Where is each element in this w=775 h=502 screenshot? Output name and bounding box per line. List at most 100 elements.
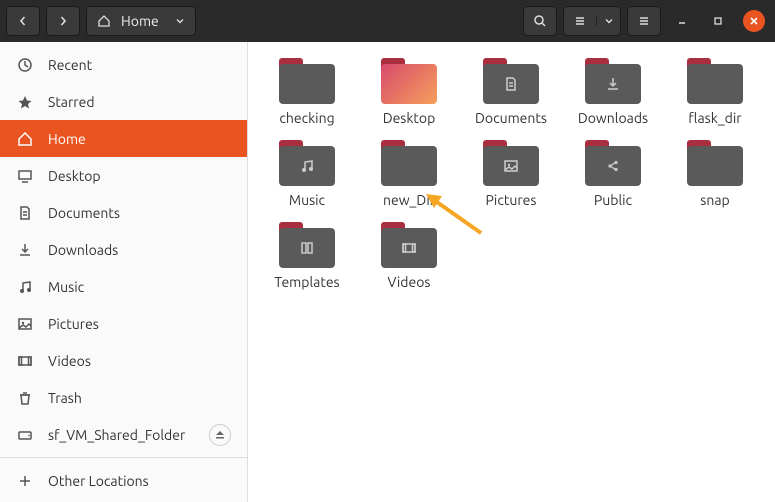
picture-icon xyxy=(16,315,34,333)
eject-button[interactable] xyxy=(209,424,231,446)
chevron-right-icon xyxy=(58,16,68,26)
video-icon xyxy=(16,352,34,370)
window-minimize-button[interactable] xyxy=(671,10,693,32)
sidebar-item-label: Videos xyxy=(48,353,91,369)
document-icon xyxy=(16,204,34,222)
sidebar-item-recent[interactable]: Recent xyxy=(0,46,247,83)
sidebar-item-label: Starred xyxy=(48,94,95,110)
folder-label: Pictures xyxy=(486,192,537,208)
trash-icon xyxy=(16,389,34,407)
titlebar: Home xyxy=(0,0,775,42)
desktop-icon xyxy=(16,167,34,185)
sidebar-item-downloads[interactable]: Downloads xyxy=(0,231,247,268)
folder-icon xyxy=(483,138,539,186)
download-icon xyxy=(605,76,621,92)
hamburger-menu-button[interactable] xyxy=(627,6,661,36)
folder-label: snap xyxy=(700,192,729,208)
folder-icon xyxy=(585,56,641,104)
share-icon xyxy=(605,158,621,174)
folder-icon xyxy=(687,138,743,186)
folder-icon xyxy=(585,138,641,186)
music-icon xyxy=(16,278,34,296)
folder-flask-dir[interactable]: flask_dir xyxy=(664,56,766,126)
sidebar-item-label: sf_VM_Shared_Folder xyxy=(48,427,185,443)
sidebar-item-starred[interactable]: Starred xyxy=(0,83,247,120)
folder-videos[interactable]: Videos xyxy=(358,220,460,290)
home-icon xyxy=(97,14,111,28)
folder-label: Videos xyxy=(388,274,431,290)
sidebar-other-locations[interactable]: Other Locations xyxy=(0,462,247,499)
folder-icon xyxy=(483,56,539,104)
path-label: Home xyxy=(121,13,159,29)
path-dropdown-icon xyxy=(175,16,185,26)
window-close-button[interactable] xyxy=(743,10,765,32)
sidebar-item-label: Pictures xyxy=(48,316,99,332)
sidebar-item-label: Downloads xyxy=(48,242,118,258)
nav-forward-button[interactable] xyxy=(46,6,80,36)
music-icon xyxy=(299,158,315,174)
sidebar-item-label: Recent xyxy=(48,57,92,73)
folder-documents[interactable]: Documents xyxy=(460,56,562,126)
folder-icon xyxy=(279,138,335,186)
clock-icon xyxy=(16,56,34,74)
folder-snap[interactable]: snap xyxy=(664,138,766,208)
sidebar-item-music[interactable]: Music xyxy=(0,268,247,305)
sidebar-item-label: Documents xyxy=(48,205,120,221)
folder-downloads[interactable]: Downloads xyxy=(562,56,664,126)
sidebar-item-trash[interactable]: Trash xyxy=(0,379,247,416)
folder-checking[interactable]: checking xyxy=(256,56,358,126)
folder-label: checking xyxy=(279,110,334,126)
drive-icon xyxy=(16,426,34,444)
window-maximize-button[interactable] xyxy=(707,10,729,32)
star-icon xyxy=(16,93,34,111)
view-options-button[interactable] xyxy=(563,6,621,36)
folder-label: Downloads xyxy=(578,110,648,126)
picture-icon xyxy=(503,158,519,174)
folder-label: Templates xyxy=(274,274,339,290)
sidebar-item-videos[interactable]: Videos xyxy=(0,342,247,379)
video-icon xyxy=(401,240,417,256)
folder-icon xyxy=(381,56,437,104)
folder-icon xyxy=(279,56,335,104)
search-icon xyxy=(533,14,547,28)
sidebar-item-desktop[interactable]: Desktop xyxy=(0,157,247,194)
document-icon xyxy=(503,76,519,92)
hamburger-icon xyxy=(637,14,651,28)
path-bar[interactable]: Home xyxy=(86,6,196,36)
home-icon xyxy=(16,130,34,148)
sidebar-item-documents[interactable]: Documents xyxy=(0,194,247,231)
folder-label: Public xyxy=(594,192,632,208)
maximize-icon xyxy=(713,16,723,26)
sidebar-item-label: Music xyxy=(48,279,84,295)
sidebar-item-sf-vm-shared-folder[interactable]: sf_VM_Shared_Folder xyxy=(0,416,247,453)
folder-public[interactable]: Public xyxy=(562,138,664,208)
folder-templates[interactable]: Templates xyxy=(256,220,358,290)
nav-back-button[interactable] xyxy=(6,6,40,36)
folder-pictures[interactable]: Pictures xyxy=(460,138,562,208)
folder-icon xyxy=(279,220,335,268)
minimize-icon xyxy=(677,16,687,26)
search-button[interactable] xyxy=(523,6,557,36)
folder-desktop[interactable]: Desktop xyxy=(358,56,460,126)
sidebar-item-label: Home xyxy=(48,131,86,147)
folder-label: flask_dir xyxy=(688,110,741,126)
chevron-left-icon xyxy=(18,16,28,26)
folder-music[interactable]: Music xyxy=(256,138,358,208)
folder-icon xyxy=(381,138,437,186)
sidebar-item-label: Desktop xyxy=(48,168,101,184)
folder-label: Music xyxy=(289,192,325,208)
template-icon xyxy=(299,240,315,256)
sidebar: Recent Starred Home Desktop Documents Downloa… xyxy=(0,42,248,502)
folder-new-dir[interactable]: new_Dir xyxy=(358,138,460,208)
plus-icon xyxy=(16,472,34,490)
folder-icon xyxy=(687,56,743,104)
download-icon xyxy=(16,241,34,259)
main-view: checking Desktop Documents Downloads flask_d… xyxy=(248,42,775,502)
list-view-icon xyxy=(573,14,587,28)
folder-label: new_Dir xyxy=(383,192,435,208)
sidebar-item-pictures[interactable]: Pictures xyxy=(0,305,247,342)
close-icon xyxy=(749,16,759,26)
sidebar-item-home[interactable]: Home xyxy=(0,120,247,157)
folder-label: Desktop xyxy=(383,110,436,126)
sidebar-item-label: Other Locations xyxy=(48,473,149,489)
